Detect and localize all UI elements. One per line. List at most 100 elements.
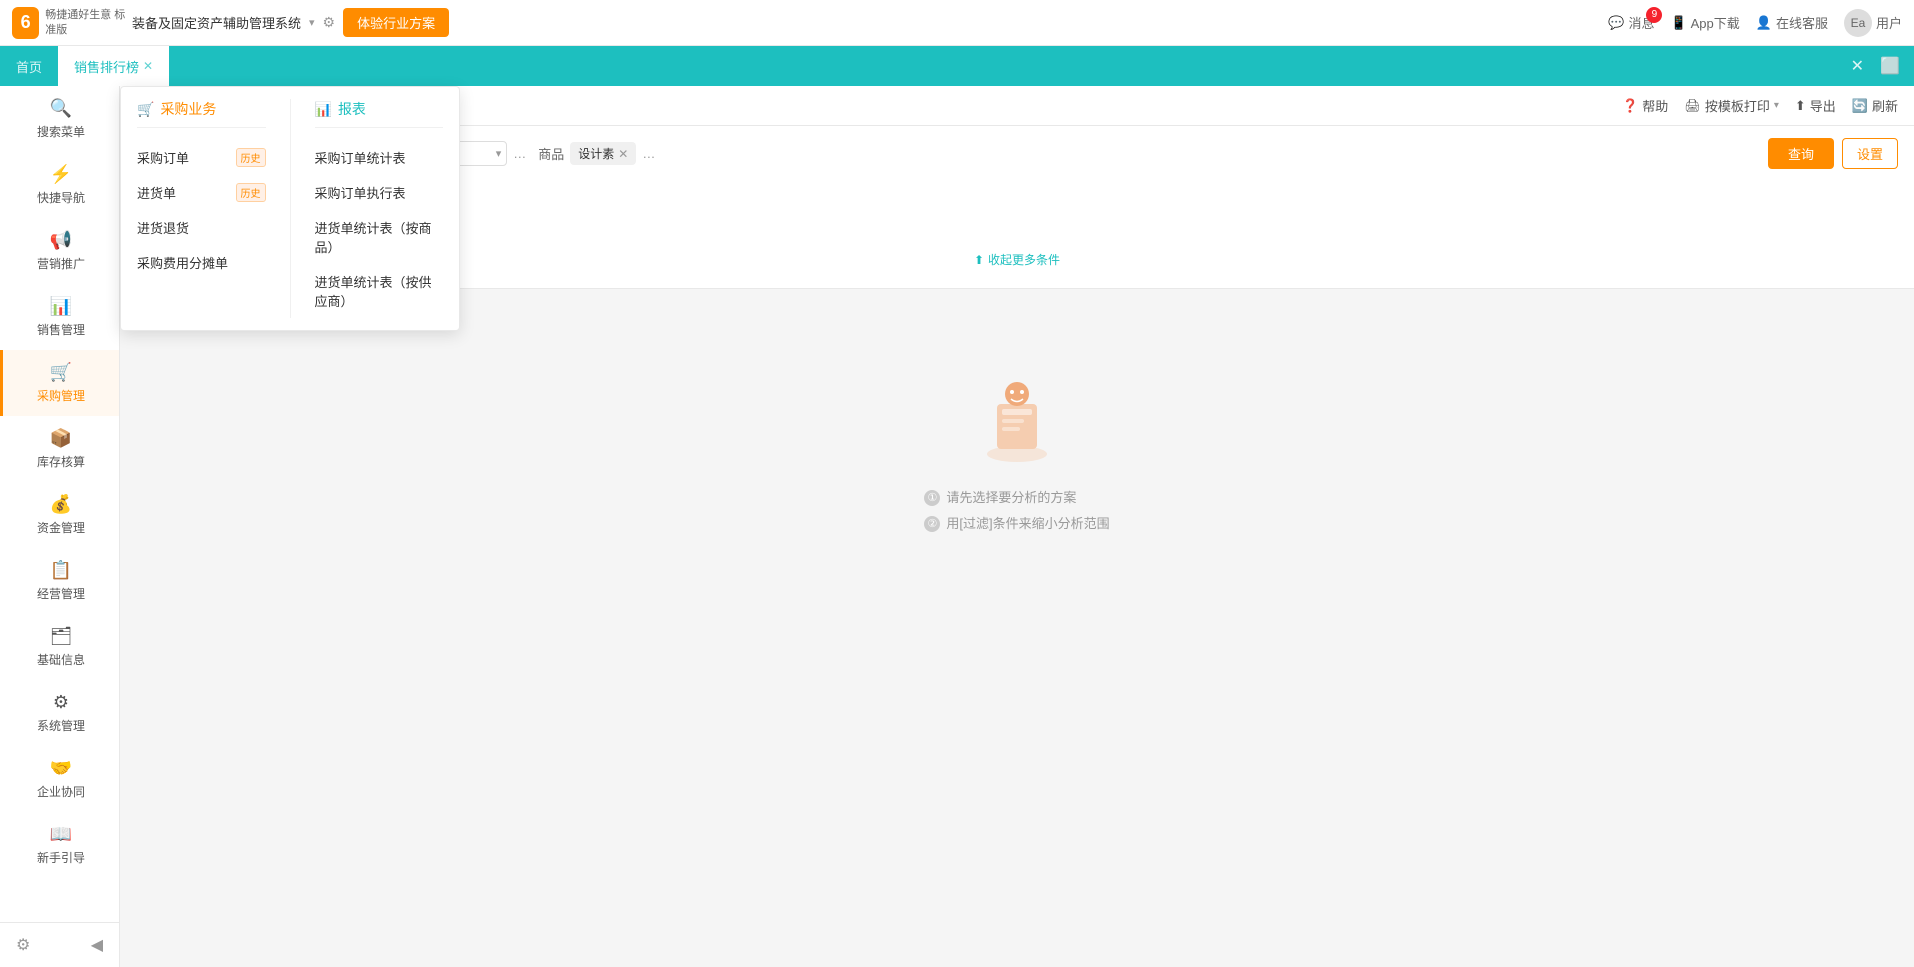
print-dropdown-icon[interactable]: ▾ [1774,100,1779,111]
purchase-dropdown-menu: 🛒 采购业务 采购订单 历史 进货单 历史 进货退货 采购费用分摊单 📊 [120,86,460,331]
dropdown-item-po-exec[interactable]: 采购订单执行表 [315,175,444,210]
marketing-icon: 📢 [50,230,72,251]
inbound-label: 进货单 [137,183,176,202]
sidebar-item-operations[interactable]: 📋 经营管理 [0,548,119,614]
sidebar-item-system-label: 系统管理 [37,717,85,734]
service-icon: 👤 [1756,15,1772,31]
dropdown-item-po-stats[interactable]: 采购订单统计表 [315,140,444,175]
top-bar-title: 装备及固定资产辅助管理系统 ▾ ⚙ 体验行业方案 [132,8,1608,37]
refresh-label: 刷新 [1872,96,1898,115]
purchase-col: 🛒 采购业务 采购订单 历史 进货单 历史 进货退货 采购费用分摊单 [121,99,282,318]
help-label: 帮助 [1642,96,1668,115]
inbound-stats-goods-label: 进货单统计表（按商品） [315,218,444,256]
dropdown-item-inbound-stats-goods[interactable]: 进货单统计表（按商品） [315,210,444,264]
help-icon: ❓ [1622,98,1638,114]
sales-icon: 📊 [50,296,72,317]
sidebar-item-inventory-label: 库存核算 [37,453,85,470]
online-service-label: 在线客服 [1776,13,1828,32]
dropdown-item-inbound-stats-supplier[interactable]: 进货单统计表（按供应商） [315,264,444,318]
guide-icon: 📖 [50,824,72,845]
title-settings-icon[interactable]: ⚙ [323,14,336,31]
empty-tip-1: ① 请先选择要分析的方案 [924,485,1109,511]
sidebar-item-purchase[interactable]: 🛒 采购管理 [0,350,119,416]
message-btn[interactable]: 💬 消息 9 [1608,13,1654,32]
title-dropdown-icon[interactable]: ▾ [309,16,315,29]
print-icon: 🖨 [1684,98,1701,114]
online-service-btn[interactable]: 👤 在线客服 [1756,13,1828,32]
purchase-col-title: 🛒 采购业务 [137,99,266,128]
refresh-btn[interactable]: 🔄 刷新 [1852,96,1898,115]
purchase-col-title-text: 采购业务 [160,99,216,119]
sidebar-item-search[interactable]: 🔍 搜索菜单 [0,86,119,152]
inbound-stats-supplier-label: 进货单统计表（按供应商） [315,272,444,310]
sidebar-item-nav[interactable]: ⚡ 快捷导航 [0,152,119,218]
po-exec-label: 采购订单执行表 [315,183,406,202]
tab-close-window-icon[interactable]: ✕ [1845,52,1870,80]
filter-settings-btn[interactable]: 设置 [1842,138,1898,169]
sidebar-item-basic[interactable]: 🗂 基础信息 [0,614,119,680]
sidebar-item-guide[interactable]: 📖 新手引导 [0,812,119,878]
sidebar-item-system[interactable]: ⚙ 系统管理 [0,680,119,746]
sidebar-settings-btn[interactable]: ⚙ [16,935,30,955]
logo-icon: 6 [12,7,39,39]
user-btn[interactable]: Ea 用户 [1844,9,1902,37]
print-label: 按模板打印 [1705,96,1770,115]
tab-sales-ranking[interactable]: 销售排行榜 ✕ [58,46,169,86]
app-download-btn[interactable]: 📱 App下载 [1670,13,1739,32]
help-btn[interactable]: ❓ 帮助 [1622,96,1668,115]
query-btn[interactable]: 查询 [1768,138,1834,169]
industry-btn[interactable]: 体验行业方案 [343,8,449,37]
sidebar-item-nav-label: 快捷导航 [37,189,85,206]
export-btn[interactable]: ⬆ 导出 [1795,96,1836,115]
search-icon: 🔍 [50,98,72,119]
sidebar-item-guide-label: 新手引导 [37,849,85,866]
phone-icon: 📱 [1670,15,1686,31]
purchase-order-label: 采购订单 [137,148,189,167]
report-col-icon: 📊 [315,101,332,118]
purchase-order-hist[interactable]: 历史 [236,148,266,167]
top-bar: 6 畅捷通好生意 标准版 装备及固定资产辅助管理系统 ▾ ⚙ 体验行业方案 💬 … [0,0,1914,46]
tab-sales-ranking-label: 销售排行榜 [74,57,139,76]
sidebar-item-finance[interactable]: 💰 资金管理 [0,482,119,548]
voucher-status-dots[interactable]: … [513,146,526,161]
tab-close-icon[interactable]: ✕ [143,59,153,73]
goods-tag-close[interactable]: ✕ [618,147,628,161]
sidebar-item-operations-label: 经营管理 [37,585,85,602]
nav-icon: ⚡ [50,164,72,185]
logo-text: 畅捷通好生意 标准版 [45,8,132,37]
top-bar-right: 💬 消息 9 📱 App下载 👤 在线客服 Ea 用户 [1608,9,1902,37]
empty-illustration [967,369,1067,469]
purchase-icon: 🛒 [50,362,72,383]
dropdown-item-purchase-order[interactable]: 采购订单 历史 [137,140,266,175]
sidebar-item-inventory[interactable]: 📦 库存核算 [0,416,119,482]
tab-maximize-icon[interactable]: ⬜ [1874,52,1906,80]
finance-icon: 💰 [50,494,72,515]
collab-icon: 🤝 [50,758,72,779]
sidebar-item-marketing[interactable]: 📢 营销推广 [0,218,119,284]
report-col: 📊 报表 采购订单统计表 采购订单执行表 进货单统计表（按商品） 进货单统计表（… [299,99,460,318]
app-logo: 6 畅捷通好生意 标准版 [12,7,132,39]
sidebar-item-purchase-label: 采购管理 [37,387,85,404]
po-stats-label: 采购订单统计表 [315,148,406,167]
sidebar-bottom: ⚙ ◀ [0,922,119,967]
goods-dots[interactable]: … [642,146,655,161]
dropdown-item-return[interactable]: 进货退货 [137,210,266,245]
refresh-icon: 🔄 [1852,98,1868,114]
sidebar-item-finance-label: 资金管理 [37,519,85,536]
sidebar-item-collab-label: 企业协同 [37,783,85,800]
sidebar-item-sales[interactable]: 📊 销售管理 [0,284,119,350]
sidebar-collapse-btn[interactable]: ◀ [91,935,103,955]
tip-num-2: ② [924,516,940,532]
dropdown-item-inbound[interactable]: 进货单 历史 [137,175,266,210]
sidebar-item-marketing-label: 营销推广 [37,255,85,272]
sidebar-item-basic-label: 基础信息 [37,651,85,668]
collapse-label: 收起更多条件 [988,251,1060,268]
print-btn[interactable]: 🖨 按模板打印 ▾ [1684,96,1779,115]
inbound-hist[interactable]: 历史 [236,183,266,202]
tab-home[interactable]: 首页 [0,46,58,86]
sidebar-item-collab[interactable]: 🤝 企业协同 [0,746,119,812]
tip-num-1: ① [924,490,940,506]
dropdown-item-expense[interactable]: 采购费用分摊单 [137,245,266,280]
message-badge: 9 [1646,7,1662,23]
message-icon: 💬 [1608,15,1624,31]
